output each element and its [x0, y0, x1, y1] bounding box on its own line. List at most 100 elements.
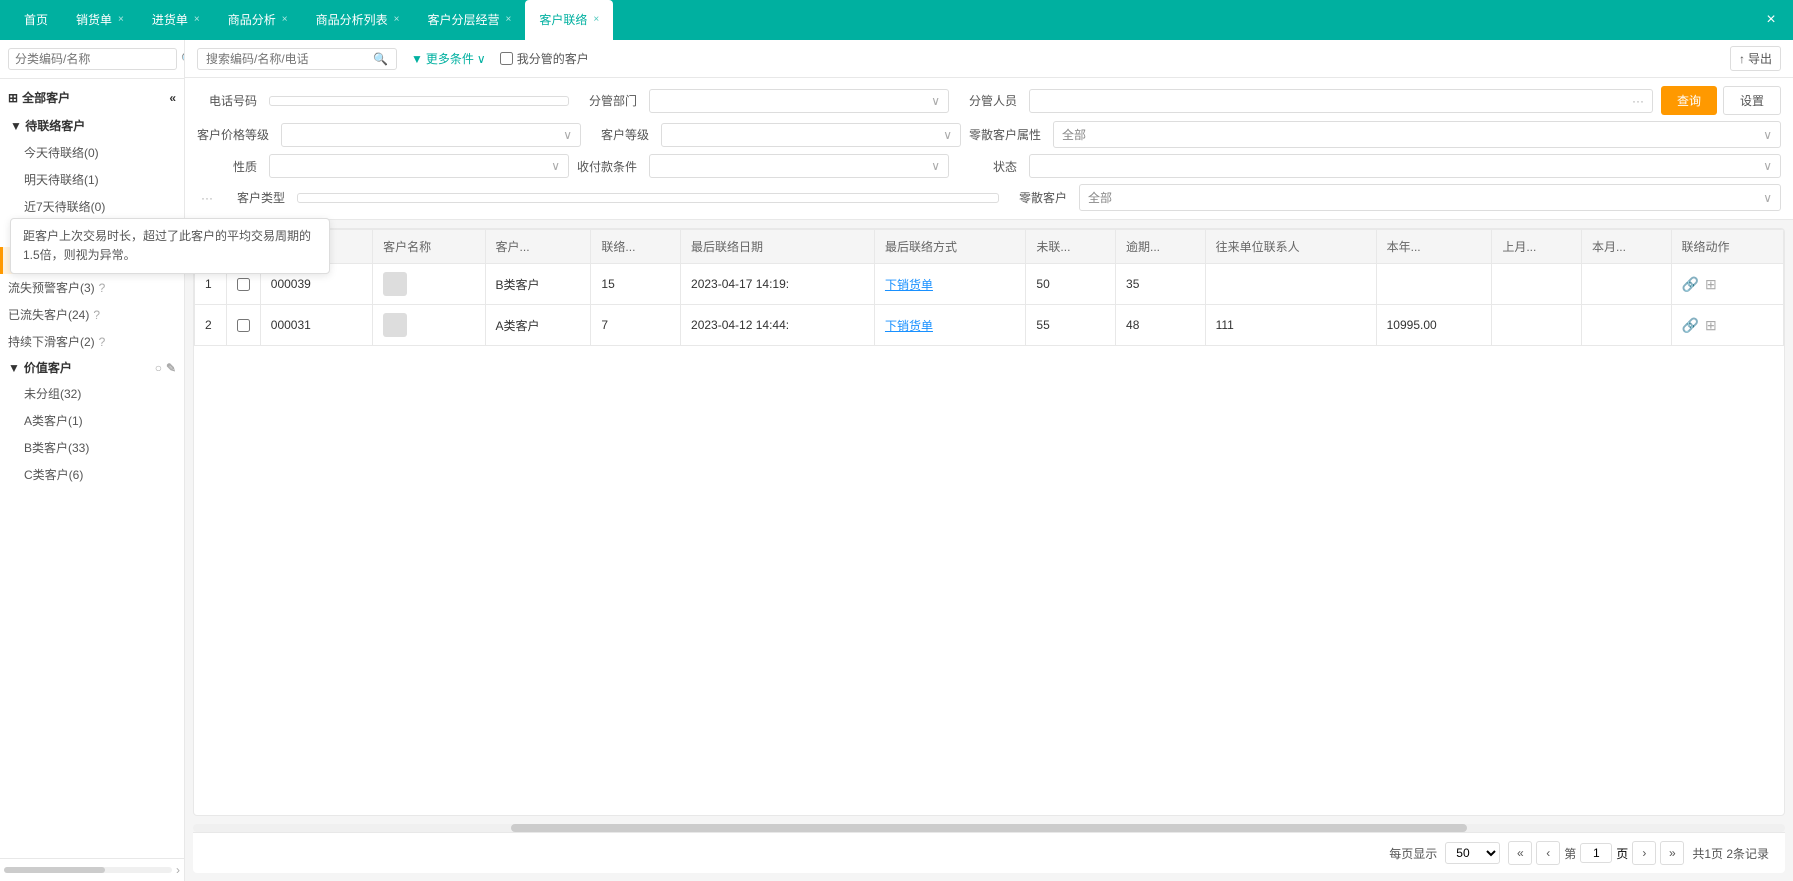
row1-method-link[interactable]: 下销货单 — [885, 278, 933, 292]
sidebar-item-c-class[interactable]: C类客户(6) — [0, 461, 184, 488]
nav-close-sales[interactable]: × — [118, 0, 124, 40]
row2-grid-icon[interactable]: ⊞ — [1705, 317, 1717, 334]
nav-close-customer-contact[interactable]: × — [593, 0, 599, 40]
row2-avatar — [383, 313, 407, 337]
department-arrow: ∨ — [931, 94, 940, 108]
search-input-area: 🔍 — [197, 48, 397, 70]
retail-customer-label: 零散客户 — [1007, 189, 1067, 206]
nav-item-purchase[interactable]: 进货单 × — [138, 0, 214, 40]
row2-check — [226, 305, 260, 346]
sidebar-item-ungroup[interactable]: 未分组(32) — [0, 380, 184, 407]
nav-close-purchase[interactable]: × — [194, 0, 200, 40]
manager-label: 分管人员 — [957, 92, 1017, 109]
last-page-button[interactable]: » — [1660, 841, 1684, 865]
sidebar-item-a-class[interactable]: A类客户(1) — [0, 407, 184, 434]
col-not-contact: 未联... — [1026, 230, 1116, 264]
nav-item-analysis[interactable]: 商品分析 × — [214, 0, 302, 40]
row1-last-month — [1492, 264, 1582, 305]
sidebar-waiting-section[interactable]: ▼ 待联络客户 — [0, 112, 184, 139]
scrollbar-thumb[interactable] — [511, 824, 1466, 832]
manager-select[interactable]: ··· — [1029, 89, 1653, 113]
row2-last-method: 下销货单 — [874, 305, 1025, 346]
row1-last-method: 下销货单 — [874, 264, 1025, 305]
status-select[interactable]: ∨ — [1029, 154, 1781, 178]
sidebar-all-customers[interactable]: ⊞ 全部客户 « — [0, 83, 184, 112]
dots-button[interactable]: ··· — [197, 191, 217, 205]
table-row: 2 000031 A类客户 7 — [195, 305, 1784, 346]
row1-link-icon[interactable]: 🔗 — [1682, 276, 1699, 293]
sidebar-search-area: 🔍 — [0, 40, 184, 79]
row1-grid-icon[interactable]: ⊞ — [1705, 276, 1717, 293]
help-icon-lost: ? — [99, 281, 106, 295]
sidebar-item-today[interactable]: 今天待联络(0) — [0, 139, 184, 166]
payment-select[interactable]: ∨ — [649, 154, 949, 178]
value-circle-icon[interactable]: ○ — [155, 361, 162, 375]
search-icon[interactable]: 🔍 — [373, 52, 388, 66]
sidebar-item-7days[interactable]: 近7天待联络(0) — [0, 193, 184, 220]
nav-item-customer-tier[interactable]: 客户分层经营 × — [413, 0, 525, 40]
payment-label: 收付款条件 — [577, 158, 637, 175]
sidebar-item-tomorrow[interactable]: 明天待联络(1) — [0, 166, 184, 193]
row1-name — [373, 264, 485, 305]
settings-button[interactable]: 设置 — [1723, 86, 1781, 115]
sidebar-item-continue-down[interactable]: 持续下滑客户(2) ? — [0, 328, 184, 355]
col-this-year: 本年... — [1376, 230, 1492, 264]
row1-level: B类客户 — [485, 264, 591, 305]
sidebar-scroll-right[interactable]: › — [176, 863, 180, 877]
customer-level-select[interactable]: ∨ — [661, 123, 961, 147]
my-customers-checkbox[interactable]: 我分管的客户 — [500, 50, 589, 67]
more-filters-button[interactable]: ▼ 更多条件 ∨ — [405, 47, 492, 70]
phone-input[interactable] — [269, 96, 569, 106]
row1-this-month — [1581, 264, 1671, 305]
grid-icon: ⊞ — [8, 91, 18, 105]
row2-contact-person: 111 — [1205, 305, 1376, 346]
next-page-button[interactable]: › — [1632, 841, 1656, 865]
department-select[interactable]: ∨ — [649, 89, 949, 113]
collapse-icon[interactable]: « — [169, 91, 176, 105]
col-last-month: 上月... — [1492, 230, 1582, 264]
per-page-select[interactable]: 50 100 200 — [1445, 842, 1500, 864]
retail-customer-select[interactable]: 全部 ∨ — [1079, 184, 1781, 211]
nav-item-home[interactable]: 首页 — [10, 0, 62, 40]
export-button[interactable]: ↑ 导出 — [1730, 46, 1781, 71]
gender-select[interactable]: ∨ — [269, 154, 569, 178]
query-button[interactable]: 查询 — [1661, 86, 1717, 115]
row2-contact: 7 — [591, 305, 681, 346]
main-layout: 🔍 ⊞ 全部客户 « ▼ 待联络客户 今天待联络(0) — [0, 40, 1793, 881]
search-input[interactable] — [206, 52, 369, 66]
row2-not-contact: 55 — [1026, 305, 1116, 346]
horizontal-scrollbar[interactable] — [193, 824, 1785, 832]
sidebar-item-already-lost[interactable]: 已流失客户(24) ? — [0, 301, 184, 328]
row2-checkbox[interactable] — [237, 319, 250, 332]
sidebar-search-input[interactable] — [8, 48, 177, 70]
row2-index: 2 — [195, 305, 227, 346]
nav-item-customer-contact[interactable]: 客户联络 × — [525, 0, 613, 40]
row1-checkbox[interactable] — [237, 278, 250, 291]
sidebar-item-b-class[interactable]: B类客户(33) — [0, 434, 184, 461]
my-customers-check[interactable] — [500, 52, 513, 65]
window-close-button[interactable]: × — [1759, 8, 1783, 32]
help-icon-already-lost: ? — [93, 308, 100, 322]
nav-close-analysis[interactable]: × — [282, 0, 288, 40]
row2-link-icon[interactable]: 🔗 — [1682, 317, 1699, 334]
value-edit-icon[interactable]: ✎ — [166, 361, 176, 375]
row1-last-date: 2023-04-17 14:19: — [681, 264, 875, 305]
nav-close-customer-tier[interactable]: × — [505, 0, 511, 40]
retail-customer-arrow: ∨ — [1763, 191, 1772, 205]
page-input[interactable] — [1580, 843, 1612, 863]
customer-type-select[interactable] — [297, 193, 999, 203]
nav-item-analysis-list[interactable]: 商品分析列表 × — [302, 0, 414, 40]
first-page-button[interactable]: « — [1508, 841, 1532, 865]
col-level: 客户... — [485, 230, 591, 264]
nav-close-analysis-list[interactable]: × — [394, 0, 400, 40]
retail-attr-label: 零散客户属性 — [969, 126, 1041, 143]
prev-page-button[interactable]: ‹ — [1536, 841, 1560, 865]
filter-icon: ▼ — [411, 52, 423, 66]
row2-method-link[interactable]: 下销货单 — [885, 319, 933, 333]
price-level-select[interactable]: ∨ — [281, 123, 581, 147]
page-navigation: « ‹ 第 页 › » — [1508, 841, 1684, 865]
nav-item-sales[interactable]: 销货单 × — [62, 0, 138, 40]
sidebar-item-lost-warning[interactable]: 流失预警客户(3) ? — [0, 274, 184, 301]
retail-attr-select[interactable]: 全部 ∨ — [1053, 121, 1781, 148]
sidebar: 🔍 ⊞ 全部客户 « ▼ 待联络客户 今天待联络(0) — [0, 40, 185, 881]
